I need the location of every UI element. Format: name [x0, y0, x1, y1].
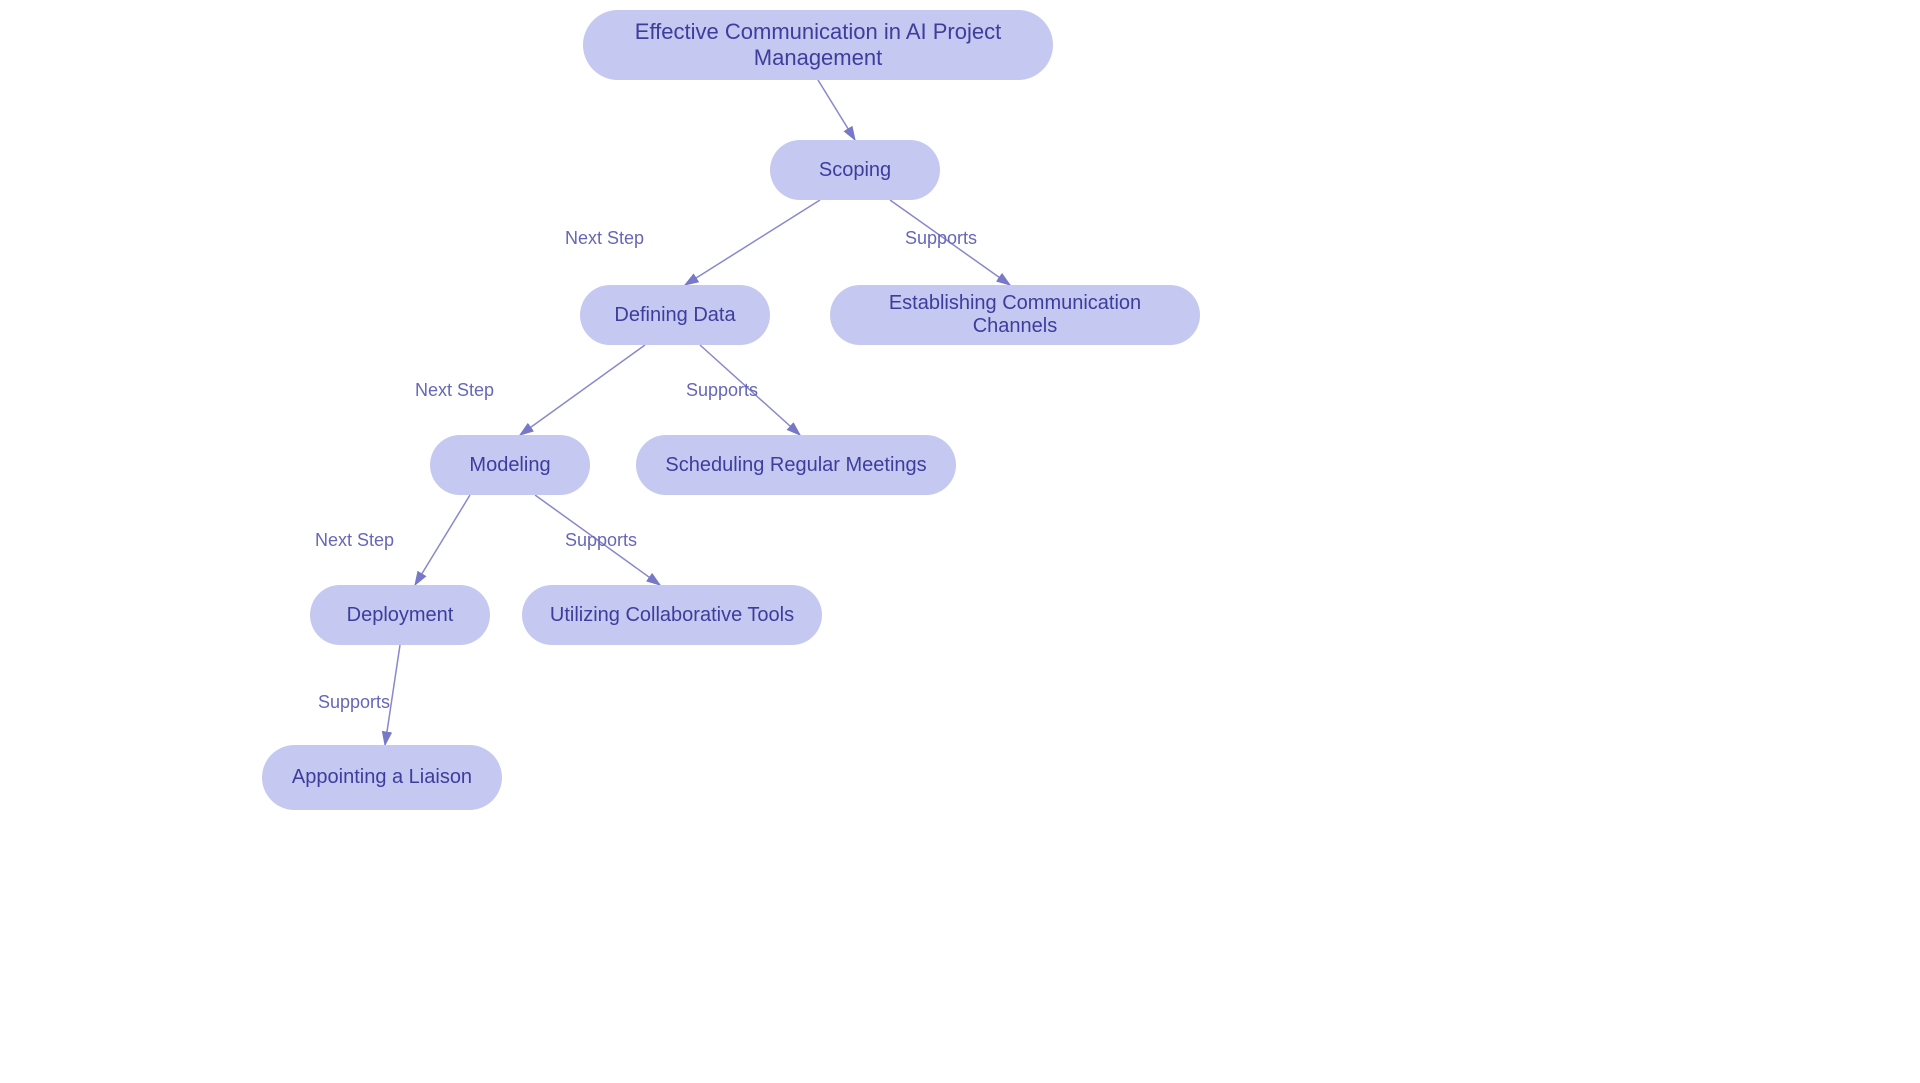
- edge-label-next-step-1: Next Step: [565, 228, 644, 249]
- edge-label-supports-2: Supports: [686, 380, 758, 401]
- connector-layer: [0, 0, 1920, 1083]
- edge-label-next-step-2: Next Step: [415, 380, 494, 401]
- node-scoping: Scoping: [770, 140, 940, 200]
- diagram-container: Effective Communication in AI Project Ma…: [0, 0, 1920, 1083]
- edge-label-supports-4: Supports: [318, 692, 390, 713]
- node-modeling: Modeling: [430, 435, 590, 495]
- node-appointing-liaison: Appointing a Liaison: [262, 745, 502, 810]
- node-establishing-channels: Establishing Communication Channels: [830, 285, 1200, 345]
- node-defining-data: Defining Data: [580, 285, 770, 345]
- node-utilizing-tools: Utilizing Collaborative Tools: [522, 585, 822, 645]
- node-root: Effective Communication in AI Project Ma…: [583, 10, 1053, 80]
- node-scheduling-meetings: Scheduling Regular Meetings: [636, 435, 956, 495]
- edge-label-supports-3: Supports: [565, 530, 637, 551]
- node-deployment: Deployment: [310, 585, 490, 645]
- edge-label-supports-1: Supports: [905, 228, 977, 249]
- edge-label-next-step-3: Next Step: [315, 530, 394, 551]
